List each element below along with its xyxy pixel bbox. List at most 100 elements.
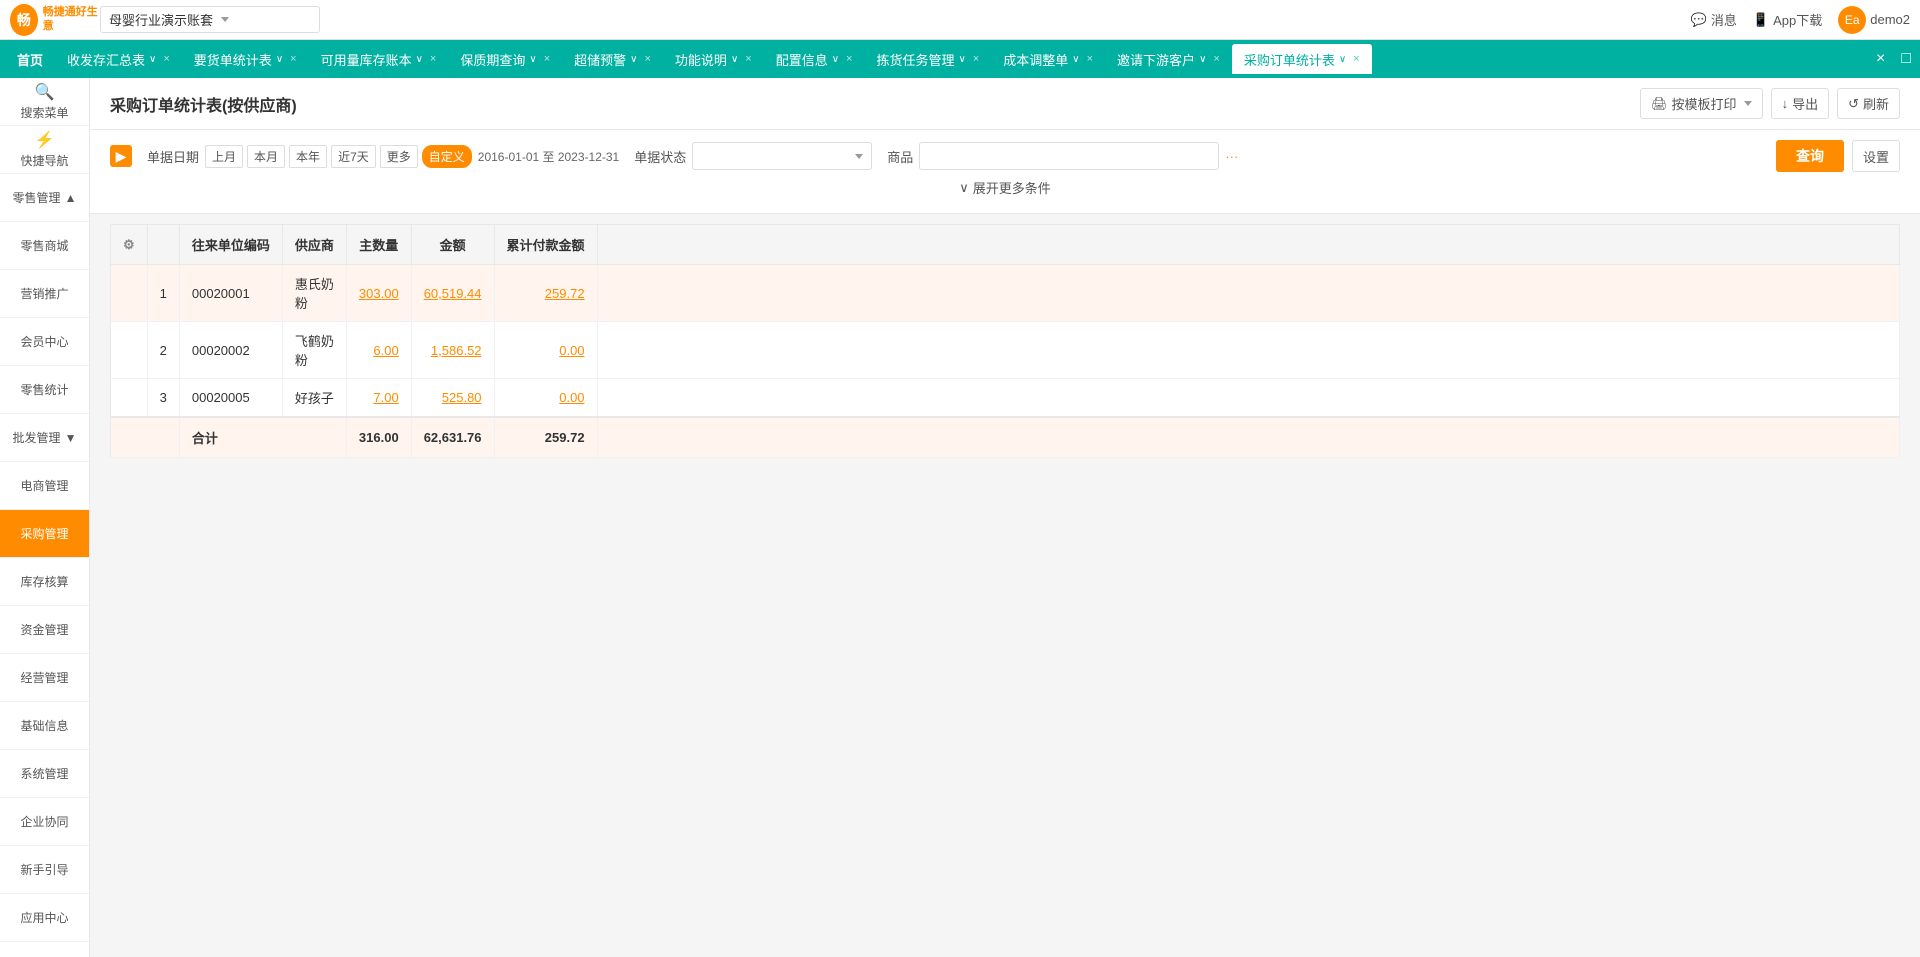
avatar: Ea (1838, 6, 1866, 34)
sidebar-item-basic[interactable]: 基础信息 (0, 702, 89, 750)
refresh-icon: ↺ (1848, 96, 1859, 112)
nav-maximize-button[interactable]: □ (1897, 50, 1915, 68)
td-supplier-1: 惠氏奶粉 (282, 265, 346, 322)
qty-link-2[interactable]: 6.00 (373, 343, 398, 358)
sidebar-item-shortcut[interactable]: ⚡ 快捷导航 (0, 126, 89, 174)
date-btn-7days[interactable]: 近7天 (331, 145, 376, 168)
paid-link-2[interactable]: 0.00 (559, 343, 584, 358)
th-paid: 累计付款金额 (494, 225, 597, 265)
sidebar-item-inventory[interactable]: 库存核算 (0, 558, 89, 606)
close-icon[interactable]: × (644, 53, 650, 65)
sidebar-item-ecommerce[interactable]: 电商管理 (0, 462, 89, 510)
th-supplier: 供应商 (282, 225, 346, 265)
tab-keyongliang[interactable]: 可用量库存账本 ∨ × (309, 44, 449, 74)
nav-tabs: 首页 收发存汇总表 ∨ × 要货单统计表 ∨ × 可用量库存账本 ∨ × 保质期… (0, 40, 1920, 78)
refresh-button[interactable]: ↺ 刷新 (1837, 88, 1900, 119)
tab-baozhiqi[interactable]: 保质期查询 ∨ × (448, 44, 562, 74)
sidebar: 🔍 搜索菜单 ⚡ 快捷导航 零售管理 ▲ 零售商城 营销推广 会员中心 零售统计… (0, 78, 90, 957)
sidebar-item-enterprise[interactable]: 企业协同 (0, 798, 89, 846)
close-icon[interactable]: × (1087, 53, 1093, 65)
qty-link-3[interactable]: 7.00 (373, 390, 398, 405)
td-extra-3 (597, 379, 1899, 418)
paid-link-1[interactable]: 259.72 (545, 286, 585, 301)
tab-caigou-active[interactable]: 采购订单统计表 ∨ × (1232, 44, 1372, 74)
main-layout: 🔍 搜索菜单 ⚡ 快捷导航 零售管理 ▲ 零售商城 营销推广 会员中心 零售统计… (0, 78, 1920, 957)
amount-link-3[interactable]: 525.80 (442, 390, 482, 405)
tab-arrow-icon: ∨ (276, 54, 283, 65)
close-icon[interactable]: × (430, 53, 436, 65)
expand-filter-button[interactable]: ∨ 展开更多条件 (959, 178, 1051, 197)
sidebar-item-wechat[interactable]: 企业微信 (0, 942, 89, 957)
sidebar-item-appcenter[interactable]: 应用中心 (0, 894, 89, 942)
filter-toggle-button[interactable]: ▶ (110, 145, 132, 167)
close-icon[interactable]: × (163, 53, 169, 65)
download-button[interactable]: 📱 App下载 (1753, 10, 1822, 29)
column-settings-icon[interactable]: ⚙ (123, 237, 135, 252)
close-icon[interactable]: × (290, 53, 296, 65)
table-row: 3 00020005 好孩子 7.00 525.80 0.00 (111, 379, 1900, 418)
sidebar-item-newguide[interactable]: 新手引导 (0, 846, 89, 894)
sidebar-item-finance[interactable]: 资金管理 (0, 606, 89, 654)
date-btn-custom[interactable]: 自定义 (422, 145, 472, 168)
print-button[interactable]: 🖨 按模板打印 (1640, 88, 1763, 119)
date-btn-more[interactable]: 更多 (380, 145, 418, 168)
tab-gongneng[interactable]: 功能说明 ∨ × (663, 44, 764, 74)
goods-search-input[interactable] (919, 142, 1219, 170)
date-btn-this-year[interactable]: 本年 (289, 145, 327, 168)
date-btn-this-month[interactable]: 本月 (247, 145, 285, 168)
tab-pihuo[interactable]: 拣货任务管理 ∨ × (864, 44, 991, 74)
qty-link-1[interactable]: 303.00 (359, 286, 399, 301)
tab-arrow-icon: ∨ (731, 54, 738, 65)
close-icon[interactable]: × (1353, 53, 1359, 65)
print-icon: 🖨 (1651, 96, 1668, 112)
tab-yaoqing[interactable]: 邀请下游客户 ∨ × (1105, 44, 1232, 74)
amount-link-1[interactable]: 60,519.44 (424, 286, 482, 301)
status-select[interactable] (692, 142, 872, 170)
paid-link-3[interactable]: 0.00 (559, 390, 584, 405)
th-no (147, 225, 179, 265)
workspace-selector[interactable]: 母婴行业演示账套 (100, 6, 320, 33)
filter-date-group: 单据日期 上月 本月 本年 近7天 更多 自定义 2016-01-01 至 20… (147, 145, 619, 168)
close-icon[interactable]: × (1213, 53, 1219, 65)
close-icon[interactable]: × (544, 53, 550, 65)
sidebar-item-system[interactable]: 系统管理 (0, 750, 89, 798)
sidebar-item-retail-mall[interactable]: 零售商城 (0, 222, 89, 270)
tab-yaohuo[interactable]: 要货单统计表 ∨ × (182, 44, 309, 74)
tab-home[interactable]: 首页 (5, 44, 55, 74)
sidebar-item-retail-stat[interactable]: 零售统计 (0, 366, 89, 414)
sidebar-item-member[interactable]: 会员中心 (0, 318, 89, 366)
tab-arrow-icon: ∨ (1199, 54, 1206, 65)
settings-button[interactable]: 设置 (1852, 140, 1900, 172)
sidebar-item-purchase[interactable]: 采购管理 (0, 510, 89, 558)
tab-peizhi[interactable]: 配置信息 ∨ × (764, 44, 865, 74)
tab-chengben[interactable]: 成本调整单 ∨ × (991, 44, 1105, 74)
close-icon[interactable]: × (846, 53, 852, 65)
sidebar-item-operation[interactable]: 经营管理 (0, 654, 89, 702)
date-btn-last-month[interactable]: 上月 (205, 145, 243, 168)
user-area[interactable]: Ea demo2 (1838, 6, 1910, 34)
export-button[interactable]: ↓ 导出 (1771, 88, 1830, 119)
sidebar-item-retail[interactable]: 零售管理 ▲ (0, 174, 89, 222)
sidebar-item-search[interactable]: 🔍 搜索菜单 (0, 78, 89, 126)
th-unit-code: 往来单位编码 (179, 225, 282, 265)
tab-arrow-icon: ∨ (832, 54, 839, 65)
th-extra (597, 225, 1899, 265)
td-unitcode-2: 00020002 (179, 322, 282, 379)
workspace-arrow-icon (221, 17, 229, 22)
amount-link-2[interactable]: 1,586.52 (431, 343, 482, 358)
page-title: 采购订单统计表(按供应商) (110, 92, 297, 116)
message-button[interactable]: 💬 消息 (1691, 10, 1737, 29)
table-footer-row: 合计 316.00 62,631.76 259.72 (111, 417, 1900, 458)
td-settings-2 (111, 322, 148, 379)
close-icon[interactable]: × (745, 53, 751, 65)
query-button[interactable]: 查询 (1776, 140, 1844, 172)
sidebar-item-marketing[interactable]: 营销推广 (0, 270, 89, 318)
tab-chaochuyu[interactable]: 超储预警 ∨ × (562, 44, 663, 74)
close-icon[interactable]: × (973, 53, 979, 65)
td-no-2: 2 (147, 322, 179, 379)
td-qty-3: 7.00 (346, 379, 411, 418)
sidebar-item-batch[interactable]: 批发管理 ▼ (0, 414, 89, 462)
nav-close-button[interactable]: × (1872, 50, 1889, 68)
tab-shoufa[interactable]: 收发存汇总表 ∨ × (55, 44, 182, 74)
td-qty-2: 6.00 (346, 322, 411, 379)
